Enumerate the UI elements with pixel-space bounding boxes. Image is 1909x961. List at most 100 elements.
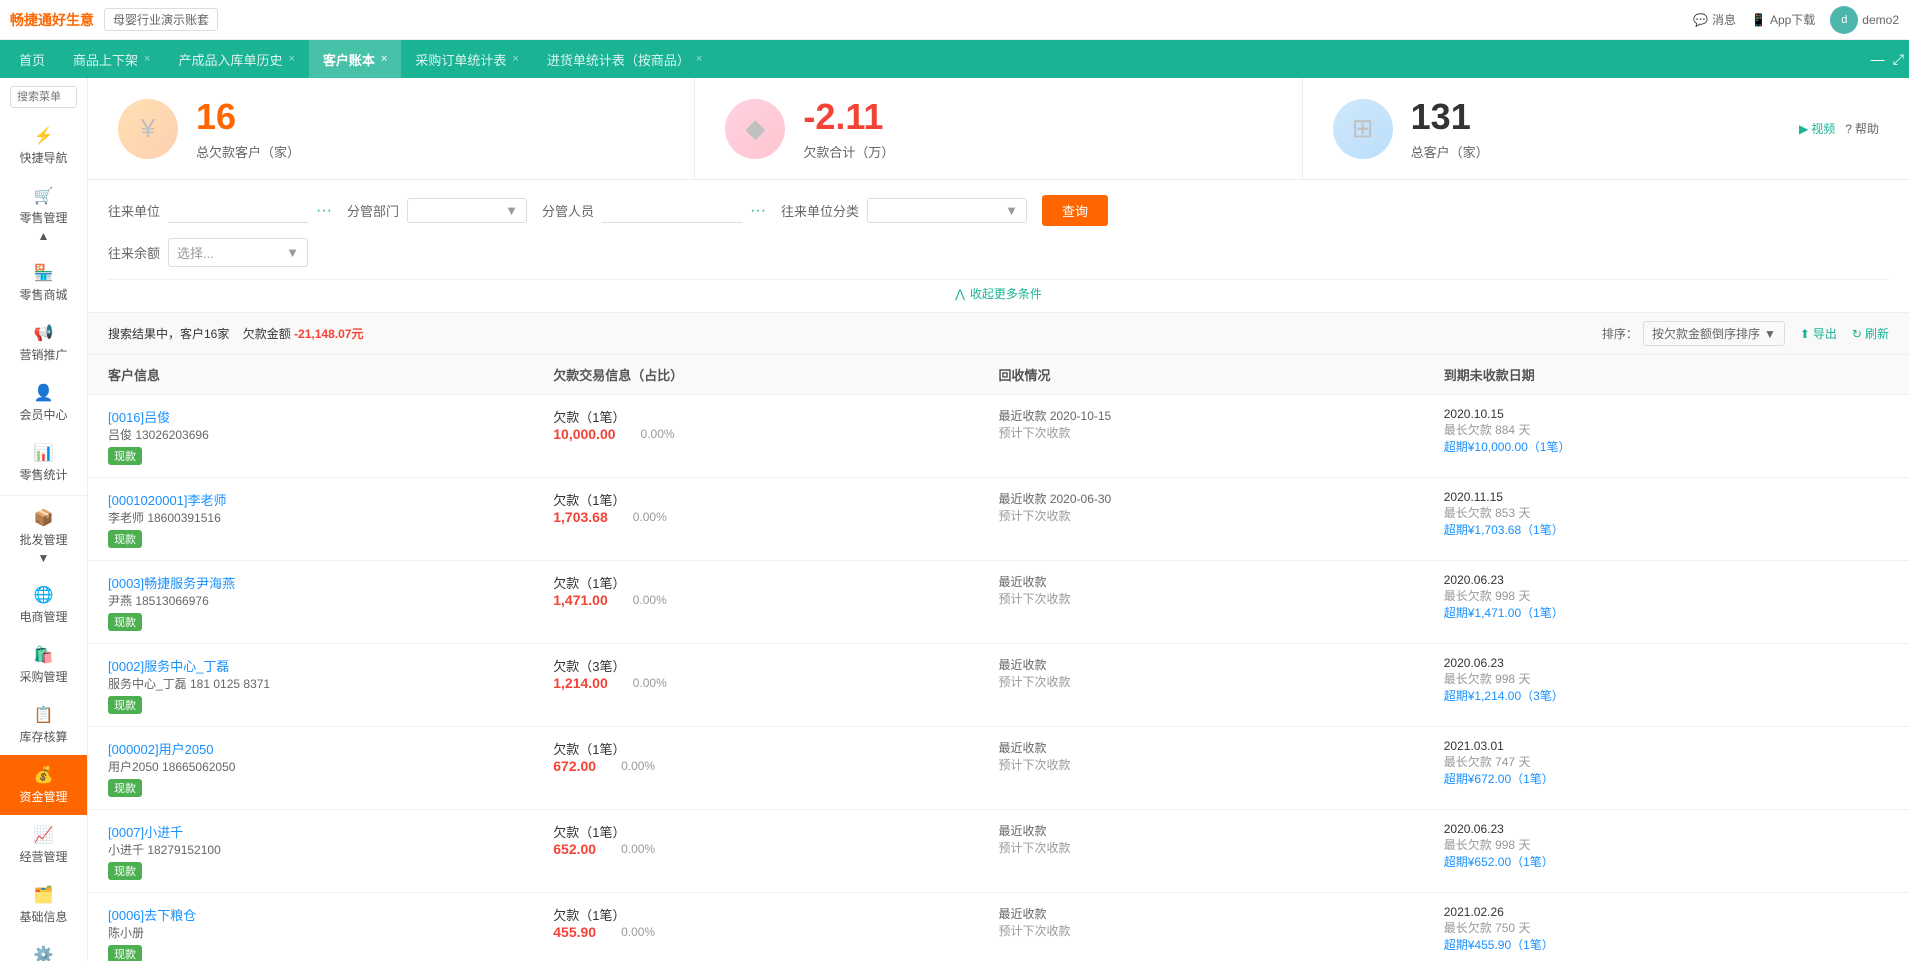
- sidebar-item-member-center[interactable]: 👤 会员中心: [0, 373, 87, 433]
- tab-product-history-close[interactable]: ×: [288, 53, 294, 65]
- search-input[interactable]: [10, 86, 77, 108]
- table-container: 客户信息 欠款交易信息（占比） 回收情况 到期未收款日期 [0016]吕俊 吕俊…: [88, 355, 1909, 961]
- customer-id-link[interactable]: [000002]用户2050: [108, 742, 214, 757]
- collapse-conditions-button[interactable]: ⋀ 收起更多条件: [108, 279, 1889, 307]
- filter-from-unit-input[interactable]: [168, 199, 308, 223]
- sidebar-item-finance[interactable]: 💰 资金管理: [0, 755, 87, 815]
- help-button[interactable]: ? 帮助: [1845, 120, 1879, 137]
- overdue-days: 最长欠款 853 天: [1444, 504, 1889, 521]
- debt-percent: 0.00%: [633, 593, 667, 607]
- stat-debt-customers-info: 16 总欠款客户（家）: [196, 96, 300, 161]
- export-button[interactable]: ⬆ 导出: [1800, 325, 1837, 342]
- sort-select[interactable]: 按欠款金额倒序排序 ▼: [1643, 321, 1785, 346]
- filter-branch-person-input[interactable]: [602, 199, 742, 223]
- tab-customer-account-close[interactable]: ×: [381, 53, 387, 65]
- sidebar-item-retail-stats[interactable]: 📊 零售统计: [0, 433, 87, 493]
- customer-id-link[interactable]: [0016]吕俊: [108, 410, 170, 425]
- tab-product-on-off-close[interactable]: ×: [144, 53, 150, 65]
- customer-id-link[interactable]: [0001020001]李老师: [108, 493, 227, 508]
- overdue-amount[interactable]: 超期¥652.00（1笔）: [1444, 853, 1889, 870]
- sidebar-item-marketing[interactable]: 📢 营销推广: [0, 313, 87, 373]
- tab-purchase-order[interactable]: 采购订单统计表 ×: [401, 40, 532, 78]
- next-collection: 预计下次收款: [999, 673, 1444, 690]
- customer-tag: 现款: [108, 779, 142, 797]
- tab-product-on-off-label: 商品上下架: [73, 50, 138, 69]
- debt-count: 欠款（1笔）: [553, 407, 998, 426]
- filter-branch-dept-select[interactable]: ▼: [407, 198, 527, 223]
- sidebar-item-batch-mgmt[interactable]: 📦 批发管理 ▼: [0, 498, 87, 575]
- finance-icon: 💰: [34, 765, 54, 785]
- tab-purchase-order-label: 采购订单统计表: [415, 50, 506, 69]
- sidebar-item-quick-nav[interactable]: ⚡ 快捷导航: [0, 116, 87, 176]
- filter-from-unit-dots[interactable]: ···: [316, 202, 332, 220]
- overdue-amount[interactable]: 超期¥455.90（1笔）: [1444, 936, 1889, 953]
- filter-unit-balance-select[interactable]: 选择... ▼: [168, 238, 308, 267]
- tab-stock-stats[interactable]: 进货单统计表（按商品） ×: [533, 40, 716, 78]
- latest-collection: 最近收款 2020-06-30: [999, 490, 1444, 507]
- due-date-cell: 2020.10.15 最长欠款 884 天 超期¥10,000.00（1笔）: [1444, 407, 1889, 455]
- due-date: 2020.06.23: [1444, 573, 1889, 587]
- store-name[interactable]: 母婴行业演示账套: [104, 8, 218, 31]
- overdue-days: 最长欠款 998 天: [1444, 587, 1889, 604]
- maximize-icon[interactable]: ⤢: [1893, 51, 1904, 68]
- tab-customer-account[interactable]: 客户账本 ×: [309, 40, 401, 78]
- sidebar-item-basic-info[interactable]: 🗂️ 基础信息: [0, 875, 87, 935]
- refresh-button[interactable]: ↻ 刷新: [1852, 325, 1889, 342]
- overdue-amount[interactable]: 超期¥10,000.00（1笔）: [1444, 438, 1889, 455]
- stat-total-customers-info: 131 总客户（家）: [1411, 96, 1489, 161]
- debt-info-cell: 欠款（1笔） 1,703.68 0.00%: [553, 490, 998, 525]
- collection-cell: 最近收款 预计下次收款: [999, 739, 1444, 773]
- sidebar-item-ecommerce[interactable]: 🌐 电商管理: [0, 575, 87, 635]
- chevron-up-icon: ⋀: [955, 287, 965, 301]
- chevron-down-icon-dept: ▼: [505, 203, 518, 218]
- customer-info-cell: [0001020001]李老师 李老师 18600391516 现款: [108, 490, 553, 548]
- main-content: ¥ 16 总欠款客户（家） ◆ -2.11 欠款合计（万） ⊞ 131 总客户（…: [88, 78, 1909, 961]
- top-bar-left: 畅捷通好生意 母婴行业演示账套: [10, 8, 218, 31]
- messages-button[interactable]: 💬 消息: [1693, 11, 1736, 28]
- tab-home[interactable]: 首页: [5, 40, 59, 78]
- overdue-days: 最长欠款 750 天: [1444, 919, 1889, 936]
- customer-id-link[interactable]: [0003]畅捷服务尹海燕: [108, 576, 235, 591]
- tab-product-history-label: 产成品入库单历史: [178, 50, 282, 69]
- filter-unit-category-select[interactable]: ▼: [867, 198, 1027, 223]
- sidebar-item-retail-mgmt[interactable]: 🛒 零售管理 ▲: [0, 176, 87, 253]
- tab-product-on-off[interactable]: 商品上下架 ×: [59, 40, 164, 78]
- debt-amount-value: -2.11: [803, 96, 894, 138]
- overdue-amount[interactable]: 超期¥1,214.00（3笔）: [1444, 687, 1889, 704]
- latest-collection: 最近收款: [999, 822, 1444, 839]
- table-row: [0001020001]李老师 李老师 18600391516 现款 欠款（1笔…: [88, 478, 1909, 561]
- sidebar-item-retail-mall[interactable]: 🏪 零售商城: [0, 253, 87, 313]
- table-row: [0006]去下粮仓 陈小册 现款 欠款（1笔） 455.90 0.00% 最近…: [88, 893, 1909, 961]
- overdue-amount[interactable]: 超期¥1,703.68（1笔）: [1444, 521, 1889, 538]
- refresh-icon: ↻: [1852, 327, 1862, 341]
- sidebar-item-inventory[interactable]: 📋 库存核算: [0, 695, 87, 755]
- tab-purchase-order-close[interactable]: ×: [512, 53, 518, 65]
- customer-phone: 吕俊 13026203696: [108, 426, 553, 443]
- filter-branch-person-dots[interactable]: ···: [750, 202, 766, 220]
- tab-stock-stats-close[interactable]: ×: [696, 53, 702, 65]
- overdue-amount[interactable]: 超期¥1,471.00（1笔）: [1444, 604, 1889, 621]
- debt-amount: 10,000.00: [553, 426, 615, 442]
- next-collection: 预计下次收款: [999, 839, 1444, 856]
- filter-unit-category-label: 往来单位分类: [781, 201, 859, 220]
- view-video-button[interactable]: ▶ 视频: [1799, 120, 1835, 137]
- minimize-icon[interactable]: —: [1871, 51, 1885, 68]
- customer-id-link[interactable]: [0007]小进千: [108, 825, 183, 840]
- customer-info-cell: [0003]畅捷服务尹海燕 尹燕 18513066976 现款: [108, 573, 553, 631]
- customer-id-link[interactable]: [0002]服务中心_丁磊: [108, 659, 229, 674]
- overdue-amount[interactable]: 超期¥672.00（1笔）: [1444, 770, 1889, 787]
- sidebar-item-purchase[interactable]: 🛍️ 采购管理: [0, 635, 87, 695]
- tab-product-history[interactable]: 产成品入库单历史 ×: [164, 40, 308, 78]
- due-date: 2020.06.23: [1444, 656, 1889, 670]
- customer-phone: 用户2050 18665062050: [108, 758, 553, 775]
- sidebar-item-operation[interactable]: 📈 经营管理: [0, 815, 87, 875]
- customer-id-link[interactable]: [0006]去下粮仓: [108, 908, 196, 923]
- user-avatar-button[interactable]: d demo2: [1830, 6, 1899, 34]
- app-download-button[interactable]: 📱 App下载: [1751, 11, 1815, 28]
- customer-info-cell: [000002]用户2050 用户2050 18665062050 现款: [108, 739, 553, 797]
- sidebar-item-system[interactable]: ⚙️ 系统管理: [0, 935, 87, 961]
- due-date: 2021.02.26: [1444, 905, 1889, 919]
- customer-tag: 现款: [108, 862, 142, 880]
- debt-amount-label: 欠款合计（万）: [803, 142, 894, 161]
- query-button[interactable]: 查询: [1042, 195, 1108, 226]
